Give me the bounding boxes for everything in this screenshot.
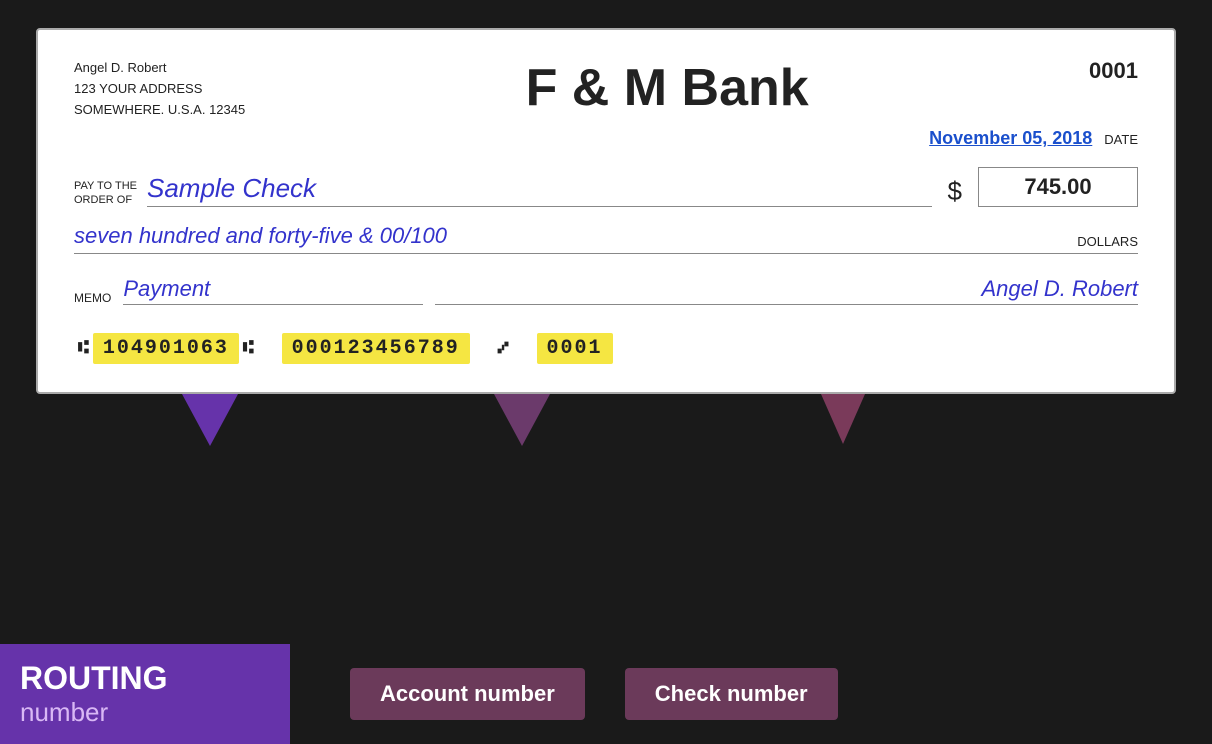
routing-number-micr: 104901063 (93, 333, 239, 364)
dollars-label: DOLLARS (1077, 234, 1138, 249)
address-line2: SOMEWHERE. U.S.A. 12345 (74, 100, 245, 121)
pay-to-row: PAY TO THE ORDER OF Sample Check $ 745.0… (74, 167, 1138, 207)
bank-name: F & M Bank (265, 58, 1069, 118)
check-document: Angel D. Robert 123 YOUR ADDRESS SOMEWHE… (36, 28, 1176, 394)
date-label: DATE (1104, 132, 1138, 147)
pay-to-label: PAY TO THE ORDER OF (74, 179, 137, 208)
bottom-bar: ROUTING number Account number Check numb… (0, 394, 1212, 744)
labels-row: ROUTING number Account number Check numb… (0, 644, 1212, 744)
micr-symbol-equals: ⑇ (498, 339, 509, 359)
memo-label: MEMO (74, 291, 111, 305)
check-number-micr: 0001 (537, 333, 613, 364)
routing-label-bottom: number (20, 697, 270, 728)
check-top-row: Angel D. Robert 123 YOUR ADDRESS SOMEWHE… (74, 58, 1138, 120)
date-row: November 05, 2018 DATE (74, 128, 1138, 149)
check-number-top: 0001 (1089, 58, 1138, 84)
address-line1: 123 YOUR ADDRESS (74, 79, 245, 100)
payee-name: Sample Check (147, 173, 316, 203)
micr-symbol-close1: ⑆ (243, 339, 254, 359)
micr-line: ⑆ 104901063 ⑆ 000123456789 ⑇ 0001 (74, 333, 1138, 364)
written-amount-row: seven hundred and forty-five & 00/100 DO… (74, 223, 1138, 254)
account-number-label: Account number (350, 668, 585, 720)
signature-value: Angel D. Robert (981, 276, 1138, 301)
memo-line: Payment (123, 276, 423, 305)
check-number-label: Check number (625, 668, 838, 720)
memo-value: Payment (123, 276, 210, 301)
account-holder-name: Angel D. Robert (74, 58, 245, 79)
memo-row: MEMO Payment Angel D. Robert (74, 276, 1138, 305)
micr-symbol-open1: ⑆ (78, 339, 89, 359)
check-arrow (821, 394, 865, 444)
routing-label-box: ROUTING number (0, 644, 290, 744)
signature-line: Angel D. Robert (435, 276, 1138, 305)
account-number-micr: 000123456789 (282, 333, 470, 364)
routing-label-top: ROUTING (20, 660, 270, 697)
date-value: November 05, 2018 (929, 128, 1092, 149)
address-block: Angel D. Robert 123 YOUR ADDRESS SOMEWHE… (74, 58, 245, 120)
routing-arrow (182, 394, 238, 446)
payee-line: Sample Check (147, 173, 932, 207)
written-amount: seven hundred and forty-five & 00/100 (74, 223, 447, 249)
account-arrow (494, 394, 550, 446)
amount-box: 745.00 (978, 167, 1138, 207)
dollar-sign: $ (942, 176, 968, 207)
